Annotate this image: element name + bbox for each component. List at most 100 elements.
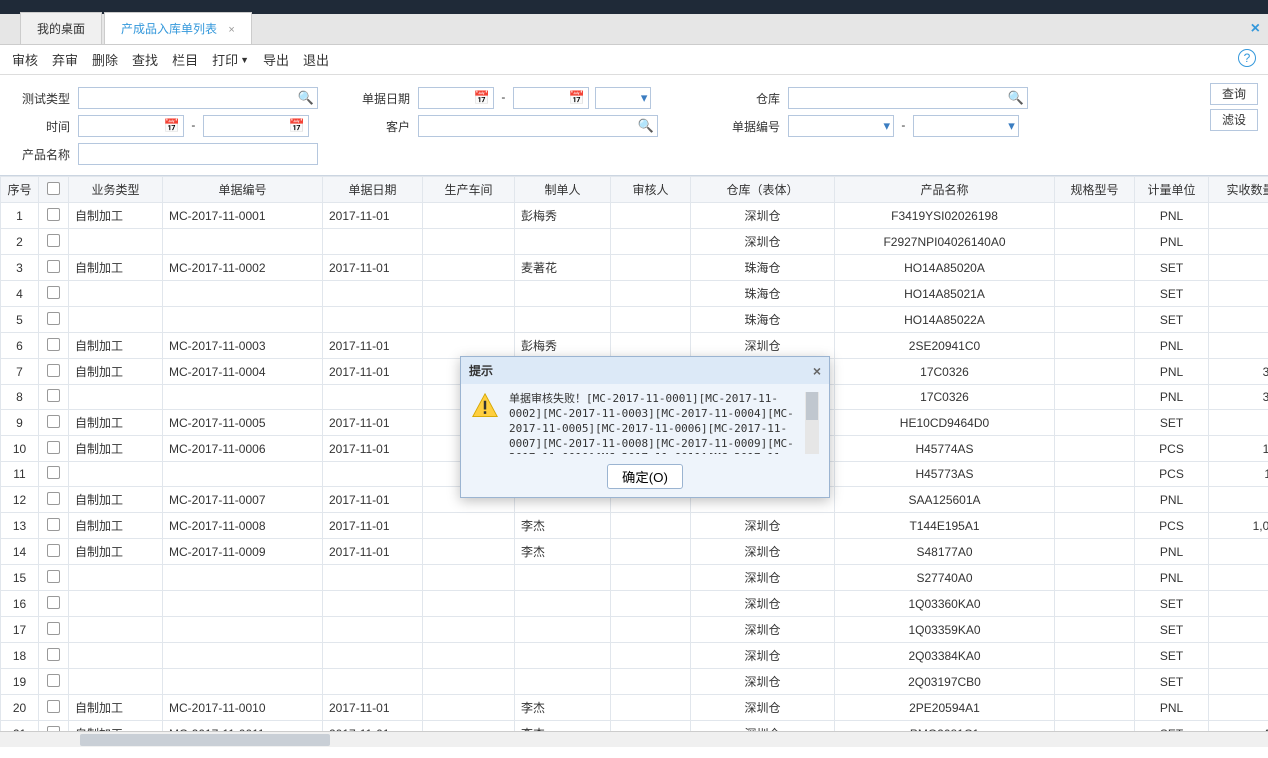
lookup-icon[interactable]: 🔍 xyxy=(1008,90,1024,106)
table-row[interactable]: 18深圳仓2Q03384KA0SET6. xyxy=(1,643,1268,669)
scrollbar-thumb[interactable] xyxy=(806,392,818,420)
table-row[interactable]: 14自制加工MC-2017-11-00092017-11-01李杰深圳仓S481… xyxy=(1,539,1268,565)
table-row[interactable]: 4珠海仓HO14A85021ASET71. xyxy=(1,281,1268,307)
dialog-header[interactable]: 提示 × xyxy=(461,357,829,384)
input-date-from[interactable]: 📅 xyxy=(418,87,494,109)
input-productname[interactable] xyxy=(78,143,318,165)
lookup-icon[interactable]: 🔍 xyxy=(638,118,654,134)
col-biztype[interactable]: 业务类型 xyxy=(69,177,163,203)
col-qty[interactable]: 实收数量 xyxy=(1209,177,1268,203)
checkbox-icon[interactable] xyxy=(47,518,60,531)
dialog-ok-button[interactable]: 确定(O) xyxy=(607,464,683,489)
checkbox-icon[interactable] xyxy=(47,364,60,377)
menu-delete[interactable]: 删除 xyxy=(92,50,118,69)
input-billno-to[interactable]: ▾ xyxy=(913,115,1019,137)
table-row[interactable]: 5珠海仓HO14A85022ASET72. xyxy=(1,307,1268,333)
cell-chk[interactable] xyxy=(39,203,69,229)
col-unit[interactable]: 计量单位 xyxy=(1135,177,1209,203)
checkbox-icon[interactable] xyxy=(47,674,60,687)
checkbox-icon[interactable] xyxy=(47,338,60,351)
input-time-to[interactable]: 📅 xyxy=(203,115,309,137)
table-row[interactable]: 16深圳仓1Q03360KA0SET35. xyxy=(1,591,1268,617)
tab-desktop[interactable]: 我的桌面 xyxy=(20,12,102,44)
table-row[interactable]: 6自制加工MC-2017-11-00032017-11-01彭梅秀深圳仓2SE2… xyxy=(1,333,1268,359)
cell-chk[interactable] xyxy=(39,281,69,307)
col-maker[interactable]: 制单人 xyxy=(515,177,611,203)
checkbox-icon[interactable] xyxy=(47,700,60,713)
lookup-icon[interactable]: 🔍 xyxy=(298,90,314,106)
close-all-icon[interactable]: × xyxy=(1251,20,1260,38)
chevron-down-icon[interactable]: ▾ xyxy=(884,118,891,134)
table-row[interactable]: 15深圳仓S27740A0PNL6. xyxy=(1,565,1268,591)
cell-chk[interactable] xyxy=(39,695,69,721)
checkbox-icon[interactable] xyxy=(47,596,60,609)
chevron-down-icon[interactable]: ▾ xyxy=(641,90,648,106)
cell-chk[interactable] xyxy=(39,359,69,385)
table-row[interactable]: 21自制加工MC-2017-11-00112017-11-01李杰深圳仓PMG2… xyxy=(1,721,1268,732)
query-button[interactable]: 查询 xyxy=(1210,83,1258,105)
cell-chk[interactable] xyxy=(39,255,69,281)
cell-chk[interactable] xyxy=(39,229,69,255)
checkbox-icon[interactable] xyxy=(47,208,60,221)
dialog-close-icon[interactable]: × xyxy=(813,363,821,379)
col-spec[interactable]: 规格型号 xyxy=(1055,177,1135,203)
checkbox-icon[interactable] xyxy=(47,441,60,454)
dialog-scrollbar[interactable] xyxy=(805,392,819,454)
cell-chk[interactable] xyxy=(39,539,69,565)
input-testtype[interactable]: 🔍 xyxy=(78,87,318,109)
table-row[interactable]: 19深圳仓2Q03197CB0SET8. xyxy=(1,669,1268,695)
checkbox-icon[interactable] xyxy=(47,622,60,635)
menu-audit[interactable]: 审核 xyxy=(12,50,38,69)
menu-exit[interactable]: 退出 xyxy=(303,50,329,69)
cell-chk[interactable] xyxy=(39,643,69,669)
col-warehouse[interactable]: 仓库（表体） xyxy=(691,177,835,203)
filter-button[interactable]: 滤设 xyxy=(1210,109,1258,131)
col-seq[interactable]: 序号 xyxy=(1,177,39,203)
calendar-icon[interactable]: 📅 xyxy=(569,90,585,106)
cell-chk[interactable] xyxy=(39,591,69,617)
input-customer[interactable]: 🔍 xyxy=(418,115,658,137)
menu-print[interactable]: 打印▼ xyxy=(212,50,249,69)
table-row[interactable]: 3自制加工MC-2017-11-00022017-11-01麦著花珠海仓HO14… xyxy=(1,255,1268,281)
chevron-down-icon[interactable]: ▾ xyxy=(1008,118,1015,134)
checkbox-icon[interactable] xyxy=(47,648,60,661)
checkbox-icon[interactable] xyxy=(47,466,60,479)
table-row[interactable]: 1自制加工MC-2017-11-00012017-11-01彭梅秀深圳仓F341… xyxy=(1,203,1268,229)
menu-search[interactable]: 查找 xyxy=(132,50,158,69)
cell-chk[interactable] xyxy=(39,462,69,487)
checkbox-icon[interactable] xyxy=(47,260,60,273)
cell-chk[interactable] xyxy=(39,617,69,643)
calendar-icon[interactable]: 📅 xyxy=(289,118,305,134)
input-warehouse[interactable]: 🔍 xyxy=(788,87,1028,109)
cell-chk[interactable] xyxy=(39,333,69,359)
input-billno-from[interactable]: ▾ xyxy=(788,115,894,137)
cell-chk[interactable] xyxy=(39,487,69,513)
menu-export[interactable]: 导出 xyxy=(263,50,289,69)
help-icon[interactable]: ? xyxy=(1238,49,1256,67)
cell-chk[interactable] xyxy=(39,385,69,410)
col-product[interactable]: 产品名称 xyxy=(835,177,1055,203)
checkbox-icon[interactable] xyxy=(47,544,60,557)
table-row[interactable]: 13自制加工MC-2017-11-00082017-11-01李杰深圳仓T144… xyxy=(1,513,1268,539)
input-date-to[interactable]: 📅 xyxy=(513,87,589,109)
checkbox-icon[interactable] xyxy=(47,492,60,505)
checkbox-icon[interactable] xyxy=(47,234,60,247)
input-date-extra[interactable]: ▾ xyxy=(595,87,651,109)
col-workshop[interactable]: 生产车间 xyxy=(423,177,515,203)
cell-chk[interactable] xyxy=(39,513,69,539)
checkbox-icon[interactable] xyxy=(47,182,60,195)
cell-chk[interactable] xyxy=(39,307,69,333)
horizontal-scrollbar[interactable] xyxy=(0,731,1268,747)
cell-chk[interactable] xyxy=(39,565,69,591)
table-row[interactable]: 17深圳仓1Q03359KA0SET36. xyxy=(1,617,1268,643)
col-chk[interactable] xyxy=(39,177,69,203)
checkbox-icon[interactable] xyxy=(47,312,60,325)
col-billno[interactable]: 单据编号 xyxy=(163,177,323,203)
tab-close-icon[interactable]: × xyxy=(228,24,234,36)
menu-abandon[interactable]: 弃审 xyxy=(52,50,78,69)
menu-columns[interactable]: 栏目 xyxy=(172,50,198,69)
col-billdate[interactable]: 单据日期 xyxy=(323,177,423,203)
table-row[interactable]: 20自制加工MC-2017-11-00102017-11-01李杰深圳仓2PE2… xyxy=(1,695,1268,721)
calendar-icon[interactable]: 📅 xyxy=(474,90,490,106)
col-auditor[interactable]: 审核人 xyxy=(611,177,691,203)
